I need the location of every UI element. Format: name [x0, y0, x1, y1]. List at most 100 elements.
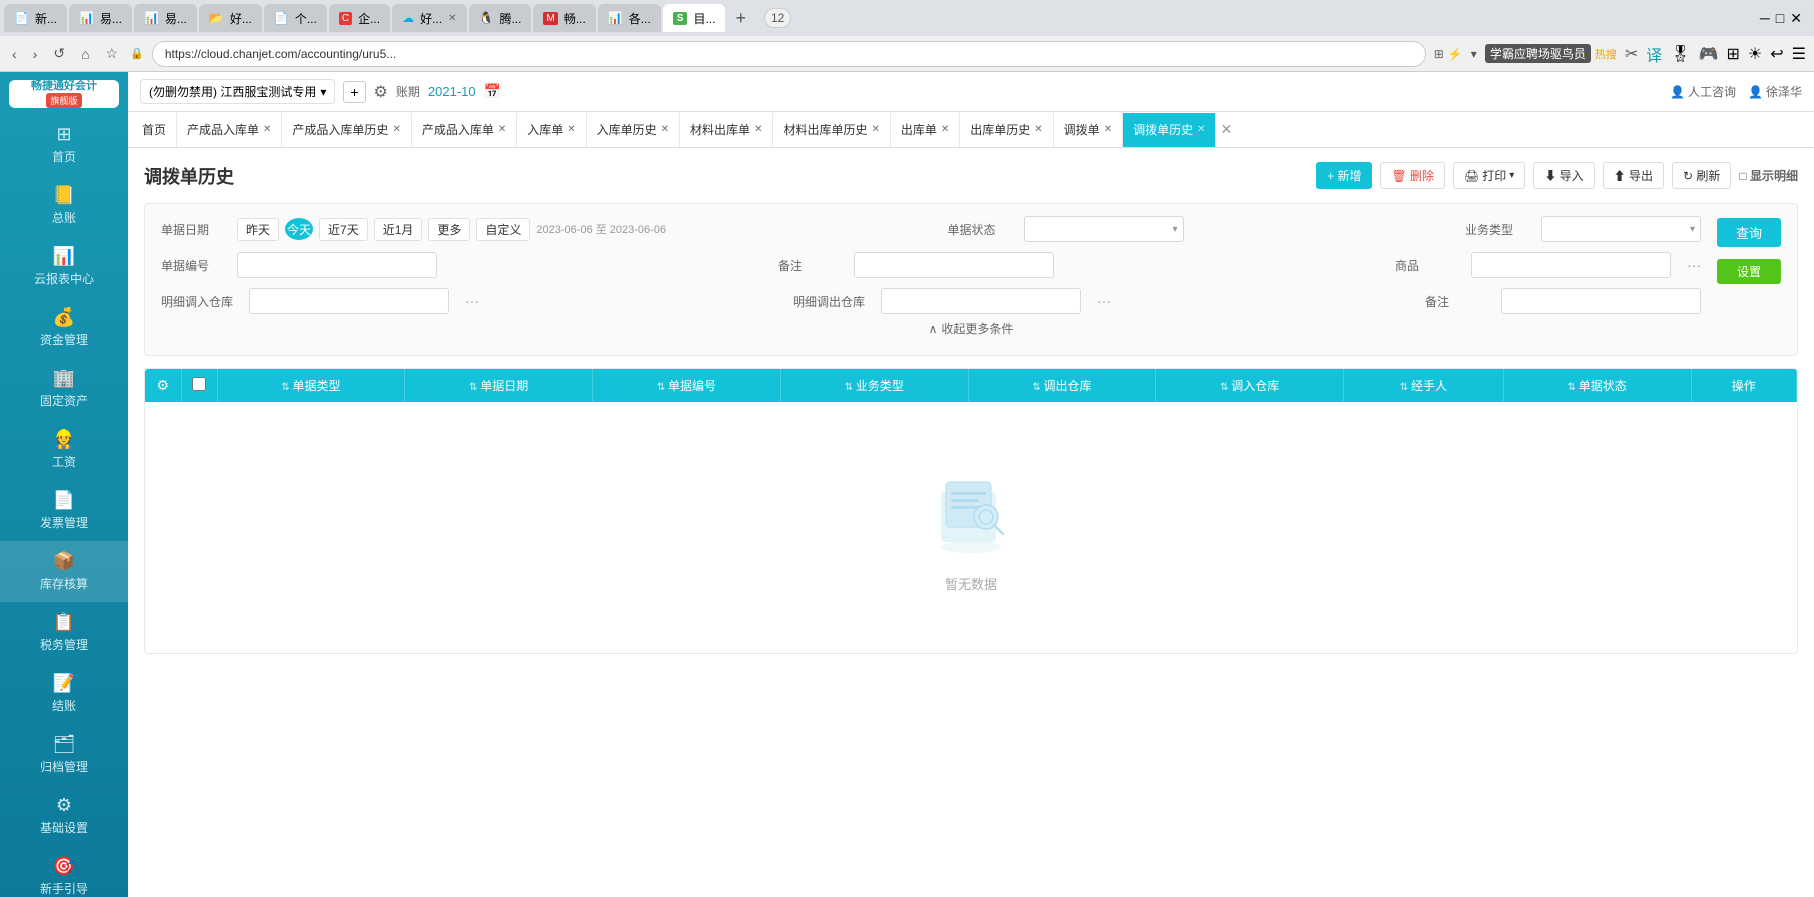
page-tab-7-close[interactable]: ✕ — [871, 124, 879, 135]
page-tab-1[interactable]: 产成品入库单 ✕ — [177, 113, 282, 147]
page-tab-3-close[interactable]: ✕ — [498, 124, 506, 135]
lightning-icon[interactable]: ⚡ — [1448, 47, 1463, 61]
col-status[interactable]: ⇅ 单据状态 — [1503, 369, 1691, 402]
browser-tab-8[interactable]: 🐧 腾... — [469, 4, 532, 32]
page-tab-home[interactable]: 首页 — [132, 113, 177, 147]
sidebar-item-home[interactable]: ⊞ 首页 — [0, 114, 128, 175]
page-tab-2[interactable]: 产成品入库单历史 ✕ — [282, 113, 411, 147]
address-input[interactable] — [152, 41, 1426, 67]
browser-tab-11[interactable]: S 目... — [663, 4, 726, 32]
browser-close[interactable]: ✕ — [1790, 10, 1802, 27]
tab7-close[interactable]: ✕ — [448, 13, 456, 24]
filter-settings-btn[interactable]: 设置 — [1717, 259, 1781, 284]
page-tab-10-close[interactable]: ✕ — [1104, 124, 1112, 135]
browser-tab-4[interactable]: 📂 好... — [199, 4, 262, 32]
page-tab-6-close[interactable]: ✕ — [754, 124, 762, 135]
sidebar-item-finance[interactable]: 💰 资金管理 — [0, 297, 128, 358]
new-tab-button[interactable]: + — [727, 8, 754, 29]
nav-back[interactable]: ‹ — [8, 42, 21, 66]
goods-input[interactable] — [1471, 252, 1671, 278]
scissors-icon[interactable]: ✂ — [1625, 44, 1638, 64]
date-custom-btn[interactable]: 自定义 — [476, 218, 530, 241]
table-gear-icon[interactable]: ⚙ — [156, 377, 169, 393]
page-tab-9[interactable]: 出库单历史 ✕ — [960, 113, 1053, 147]
page-tab-10[interactable]: 调拨单 ✕ — [1054, 113, 1123, 147]
new-btn[interactable]: + 新增 — [1316, 162, 1372, 189]
col-out-wh[interactable]: ⇅ 调出仓库 — [968, 369, 1156, 402]
select-all-checkbox[interactable] — [192, 377, 206, 391]
browser-maximize[interactable]: □ — [1776, 10, 1784, 27]
date-1month-btn[interactable]: 近1月 — [374, 218, 423, 241]
import-btn[interactable]: ⬇ 导入 — [1533, 162, 1594, 189]
header-settings-btn[interactable]: ⚙ — [374, 82, 388, 102]
menu-icon[interactable]: ☰ — [1792, 44, 1806, 64]
export-btn[interactable]: ⬆ 导出 — [1603, 162, 1664, 189]
browser-tab-9[interactable]: M 畅... — [533, 4, 595, 32]
customer-service-btn[interactable]: 👤 人工咨询 — [1670, 83, 1736, 100]
wallet-icon[interactable]: 🎖 — [1670, 44, 1690, 64]
detail-out-input[interactable] — [881, 288, 1081, 314]
date-7days-btn[interactable]: 近7天 — [319, 218, 368, 241]
page-tab-11-close[interactable]: ✕ — [1197, 124, 1205, 135]
col-in-wh[interactable]: ⇅ 调入仓库 — [1156, 369, 1344, 402]
sidebar-item-invoice[interactable]: 📄 发票管理 — [0, 480, 128, 541]
game-icon[interactable]: 🎮 — [1699, 44, 1719, 64]
nav-forward[interactable]: › — [29, 42, 42, 66]
status-select[interactable] — [1024, 216, 1184, 242]
sidebar-item-payroll[interactable]: 👷 工资 — [0, 419, 128, 480]
calendar-icon[interactable]: 📅 — [484, 83, 501, 100]
page-tab-4-close[interactable]: ✕ — [567, 124, 575, 135]
date-yesterday-btn[interactable]: 昨天 — [237, 218, 279, 241]
browser-tab-3[interactable]: 📊 易... — [134, 4, 197, 32]
undo-icon[interactable]: ↩ — [1770, 44, 1783, 64]
browser-minimize[interactable]: ─ — [1760, 10, 1770, 27]
page-tab-5-close[interactable]: ✕ — [661, 124, 669, 135]
page-tab-8-close[interactable]: ✕ — [941, 124, 949, 135]
sidebar-item-assets[interactable]: 🏢 固定资产 — [0, 358, 128, 419]
nav-refresh[interactable]: ↺ — [49, 41, 69, 66]
delete-btn[interactable]: 🗑 删除 — [1380, 162, 1445, 189]
browser-tab-5[interactable]: 📄 个... — [264, 4, 327, 32]
nav-star[interactable]: ☆ — [102, 41, 123, 66]
date-today-btn[interactable]: 今天 — [285, 218, 313, 240]
browser-tab-10[interactable]: 📊 各... — [598, 4, 661, 32]
date-more-btn[interactable]: 更多 — [428, 218, 470, 241]
page-tab-7[interactable]: 材料出库单历史 ✕ — [773, 113, 890, 147]
col-num[interactable]: ⇅ 单据编号 — [593, 369, 781, 402]
company-select[interactable]: (勿删勿禁用) 江西服宝测试专用 ▾ — [140, 79, 335, 104]
doc-num-input[interactable] — [237, 252, 437, 278]
page-tab-3[interactable]: 产成品入库单 ✕ — [412, 113, 517, 147]
sidebar-item-settings[interactable]: ⚙ 基础设置 — [0, 785, 128, 846]
print-btn[interactable]: 🖨 打印 ▾ — [1453, 162, 1525, 189]
add-company-btn[interactable]: + — [343, 81, 365, 103]
refresh-btn[interactable]: ↻ 刷新 — [1672, 162, 1731, 189]
grid-icon[interactable]: ⊞ — [1727, 44, 1740, 64]
detail-in-more-btn[interactable]: ··· — [465, 293, 479, 309]
page-tab-11[interactable]: 调拨单历史 ✕ — [1123, 113, 1216, 147]
brightness-icon[interactable]: ☀ — [1748, 44, 1762, 64]
sidebar-item-ledger[interactable]: 📒 总账 — [0, 175, 128, 236]
browser-tab-2[interactable]: 📊 易... — [69, 4, 132, 32]
translate-icon[interactable]: 译 — [1646, 42, 1662, 66]
note-input[interactable] — [1501, 288, 1701, 314]
sidebar-item-archive[interactable]: 🗂 归档管理 — [0, 724, 128, 785]
page-tab-6[interactable]: 材料出库单 ✕ — [680, 113, 773, 147]
page-tab-9-close[interactable]: ✕ — [1034, 124, 1042, 135]
page-tab-2-close[interactable]: ✕ — [392, 124, 400, 135]
period-value[interactable]: 2021-10 — [428, 84, 476, 99]
col-biz[interactable]: ⇅ 业务类型 — [780, 369, 968, 402]
page-tab-4[interactable]: 入库单 ✕ — [517, 113, 586, 147]
detail-in-input[interactable] — [249, 288, 449, 314]
sidebar-item-tax[interactable]: 📋 税务管理 — [0, 602, 128, 663]
browser-tab-7[interactable]: ☁ 好... ✕ — [392, 4, 466, 32]
show-cols-btn[interactable]: □ 显示明细 — [1739, 167, 1798, 184]
nav-home[interactable]: ⌂ — [77, 42, 93, 66]
col-date[interactable]: ⇅ 单据日期 — [405, 369, 593, 402]
expand-address-btn[interactable]: ▾ — [1467, 43, 1481, 65]
detail-out-more-btn[interactable]: ··· — [1097, 293, 1111, 309]
extensions-icon[interactable]: ⊞ — [1434, 47, 1444, 61]
hot-search-label[interactable]: 热搜 — [1595, 46, 1617, 62]
user-profile-btn[interactable]: 👤 徐泽华 — [1748, 83, 1802, 100]
close-all-tabs-btn[interactable]: ✕ — [1220, 121, 1232, 138]
page-tab-1-close[interactable]: ✕ — [263, 124, 271, 135]
